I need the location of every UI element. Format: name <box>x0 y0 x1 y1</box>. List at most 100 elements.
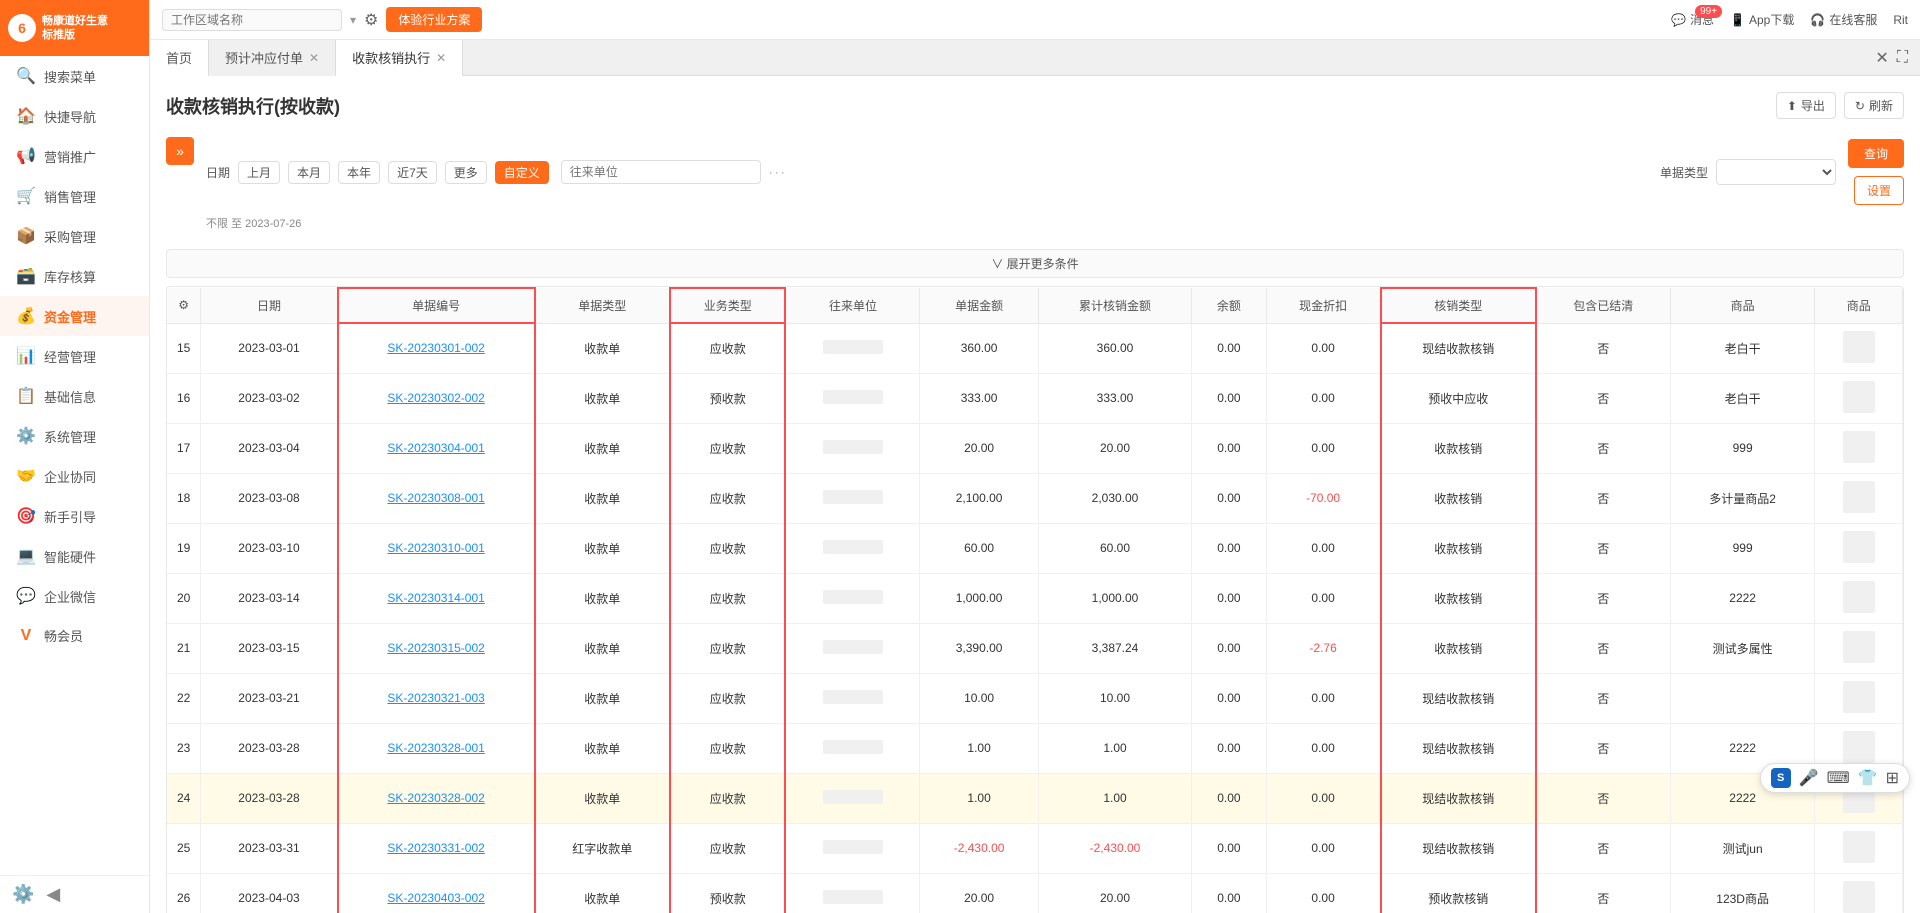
product-thumbnail <box>1843 581 1875 613</box>
cell-discount: 0.00 <box>1266 523 1381 573</box>
cell-order-no: SK-20230302-002 <box>338 373 535 423</box>
cell-unit <box>785 573 919 623</box>
cell-unit <box>785 873 919 913</box>
cell-order-no: SK-20230308-001 <box>338 473 535 523</box>
sidebar-item-guide[interactable]: 🎯 新手引导 <box>0 496 149 536</box>
order-link[interactable]: SK-20230328-002 <box>387 791 484 805</box>
trial-btn[interactable]: 体验行业方案 <box>386 7 482 32</box>
order-link[interactable]: SK-20230314-001 <box>387 591 484 605</box>
order-link[interactable]: SK-20230302-002 <box>387 391 484 405</box>
filter-this-year[interactable]: 本年 <box>338 161 380 184</box>
sougou-logo: S <box>1771 768 1791 788</box>
date-filter-label: 日期 <box>206 164 230 181</box>
settings-footer-icon[interactable]: ⚙️ <box>12 884 34 905</box>
order-link[interactable]: SK-20230301-002 <box>387 341 484 355</box>
sidebar-item-purchase[interactable]: 📦 采购管理 <box>0 216 149 256</box>
export-button[interactable]: ⬆ 导出 <box>1776 92 1836 119</box>
expand-conditions-row[interactable]: ∨ 展开更多条件 <box>166 249 1904 278</box>
data-table-wrapper: ⚙ 日期 单据编号 单据类型 业务类型 往来单位 单据金额 累计核销金额 余额 … <box>166 286 1904 913</box>
cell-no: 20 <box>167 573 201 623</box>
cell-balance: 0.00 <box>1192 723 1266 773</box>
filter-collapse-btn[interactable]: » <box>166 137 194 165</box>
order-link[interactable]: SK-20230308-001 <box>387 491 484 505</box>
sidebar: 6 畅康道好生意 标推版 🔍 搜索菜单 🏠 快捷导航 📢 营销推广 🛒 销售管理… <box>0 0 150 913</box>
order-link[interactable]: SK-20230321-003 <box>387 691 484 705</box>
topbar-gear-icon[interactable]: ⚙ <box>364 10 378 30</box>
sidebar-item-finance[interactable]: 💰 资金管理 <box>0 296 149 336</box>
online-service-button[interactable]: 🎧 在线客服 <box>1810 11 1877 28</box>
order-link[interactable]: SK-20230310-001 <box>387 541 484 555</box>
dropdown-arrow-icon[interactable]: ▾ <box>350 13 356 27</box>
cell-order-no: SK-20230328-001 <box>338 723 535 773</box>
query-button[interactable]: 查询 <box>1848 139 1904 168</box>
order-link[interactable]: SK-20230403-002 <box>387 891 484 905</box>
topbar: ▾ ⚙ 体验行业方案 💬 消息 99+ 📱 App下载 🎧 在线客服 Rit <box>150 0 1920 40</box>
cell-thumb <box>1815 623 1903 673</box>
wechat-icon: 💬 <box>16 586 36 606</box>
close-window-icon[interactable]: ✕ <box>1875 48 1888 68</box>
col-settings[interactable]: ⚙ <box>167 288 201 323</box>
col-product2: 商品 <box>1815 288 1903 323</box>
type-filter-select[interactable] <box>1716 159 1836 185</box>
settings-button[interactable]: 设置 <box>1854 176 1904 205</box>
messages-button[interactable]: 💬 消息 99+ <box>1671 11 1714 28</box>
user-name[interactable]: Rit <box>1893 13 1908 27</box>
order-link[interactable]: SK-20230304-001 <box>387 441 484 455</box>
filter-this-month[interactable]: 本月 <box>288 161 330 184</box>
unit-filter-input[interactable] <box>561 160 761 184</box>
cell-biz-type: 应收款 <box>670 673 786 723</box>
filter-more[interactable]: 更多 <box>445 161 487 184</box>
sidebar-item-quick-nav[interactable]: 🏠 快捷导航 <box>0 96 149 136</box>
avatar-icon[interactable]: 👕 <box>1858 768 1878 788</box>
cell-included: 否 <box>1536 623 1670 673</box>
apps-icon[interactable]: ⊞ <box>1886 768 1899 788</box>
keyboard-icon[interactable]: ⌨ <box>1827 768 1850 788</box>
maximize-icon[interactable]: ⛶ <box>1897 49 1908 67</box>
sidebar-item-search[interactable]: 🔍 搜索菜单 <box>0 56 149 96</box>
table-row: 19 2023-03-10 SK-20230310-001 收款单 应收款 60… <box>167 523 1903 573</box>
filter-custom[interactable]: 自定义 <box>495 161 549 184</box>
sidebar-item-member[interactable]: V 畅会员 <box>0 616 149 655</box>
sidebar-item-hardware[interactable]: 💻 智能硬件 <box>0 536 149 576</box>
order-link[interactable]: SK-20230331-002 <box>387 841 484 855</box>
tab-close-prepay[interactable]: ✕ <box>309 51 319 65</box>
sidebar-item-sales[interactable]: 🛒 销售管理 <box>0 176 149 216</box>
sidebar-item-system[interactable]: ⚙️ 系统管理 <box>0 416 149 456</box>
tab-collection[interactable]: 收款核销执行 ✕ <box>336 40 463 76</box>
workspace-input[interactable] <box>162 9 342 31</box>
sidebar-item-enterprise[interactable]: 🤝 企业协同 <box>0 456 149 496</box>
order-link[interactable]: SK-20230328-001 <box>387 741 484 755</box>
collapse-icon[interactable]: ◀ <box>46 884 60 905</box>
tab-close-collection[interactable]: ✕ <box>436 51 446 65</box>
refresh-button[interactable]: ↻ 刷新 <box>1844 92 1904 119</box>
sidebar-item-marketing[interactable]: 📢 营销推广 <box>0 136 149 176</box>
voice-icon[interactable]: 🎤 <box>1799 768 1819 788</box>
cell-bill-type: 收款单 <box>535 723 670 773</box>
table-row: 21 2023-03-15 SK-20230315-002 收款单 应收款 3,… <box>167 623 1903 673</box>
sidebar-item-basic-info[interactable]: 📋 基础信息 <box>0 376 149 416</box>
product-thumbnail <box>1843 331 1875 363</box>
filter-last-month[interactable]: 上月 <box>238 161 280 184</box>
cell-biz-type: 应收款 <box>670 773 786 823</box>
cell-included: 否 <box>1536 473 1670 523</box>
sidebar-item-wechat[interactable]: 💬 企业微信 <box>0 576 149 616</box>
cell-bill-type: 红字收款单 <box>535 823 670 873</box>
unit-blurred <box>823 490 883 504</box>
filter-7days[interactable]: 近7天 <box>388 161 437 184</box>
product-thumbnail <box>1843 681 1875 713</box>
col-order-no: 单据编号 <box>338 288 535 323</box>
cell-total-offset: 1.00 <box>1038 723 1191 773</box>
sidebar-item-operations[interactable]: 📊 经营管理 <box>0 336 149 376</box>
cell-date: 2023-04-03 <box>201 873 338 913</box>
tab-prepay[interactable]: 预计冲应付单 ✕ <box>209 40 336 76</box>
unit-blurred <box>823 390 883 404</box>
col-discount: 现金折扣 <box>1266 288 1381 323</box>
order-link[interactable]: SK-20230315-002 <box>387 641 484 655</box>
member-icon: V <box>16 627 36 645</box>
tab-home[interactable]: 首页 <box>150 40 209 76</box>
cell-date: 2023-03-28 <box>201 723 338 773</box>
cell-total-offset: 2,030.00 <box>1038 473 1191 523</box>
sidebar-item-inventory[interactable]: 🗃️ 库存核算 <box>0 256 149 296</box>
app-download-button[interactable]: 📱 App下载 <box>1730 11 1794 28</box>
cell-total-offset: 3,387.24 <box>1038 623 1191 673</box>
